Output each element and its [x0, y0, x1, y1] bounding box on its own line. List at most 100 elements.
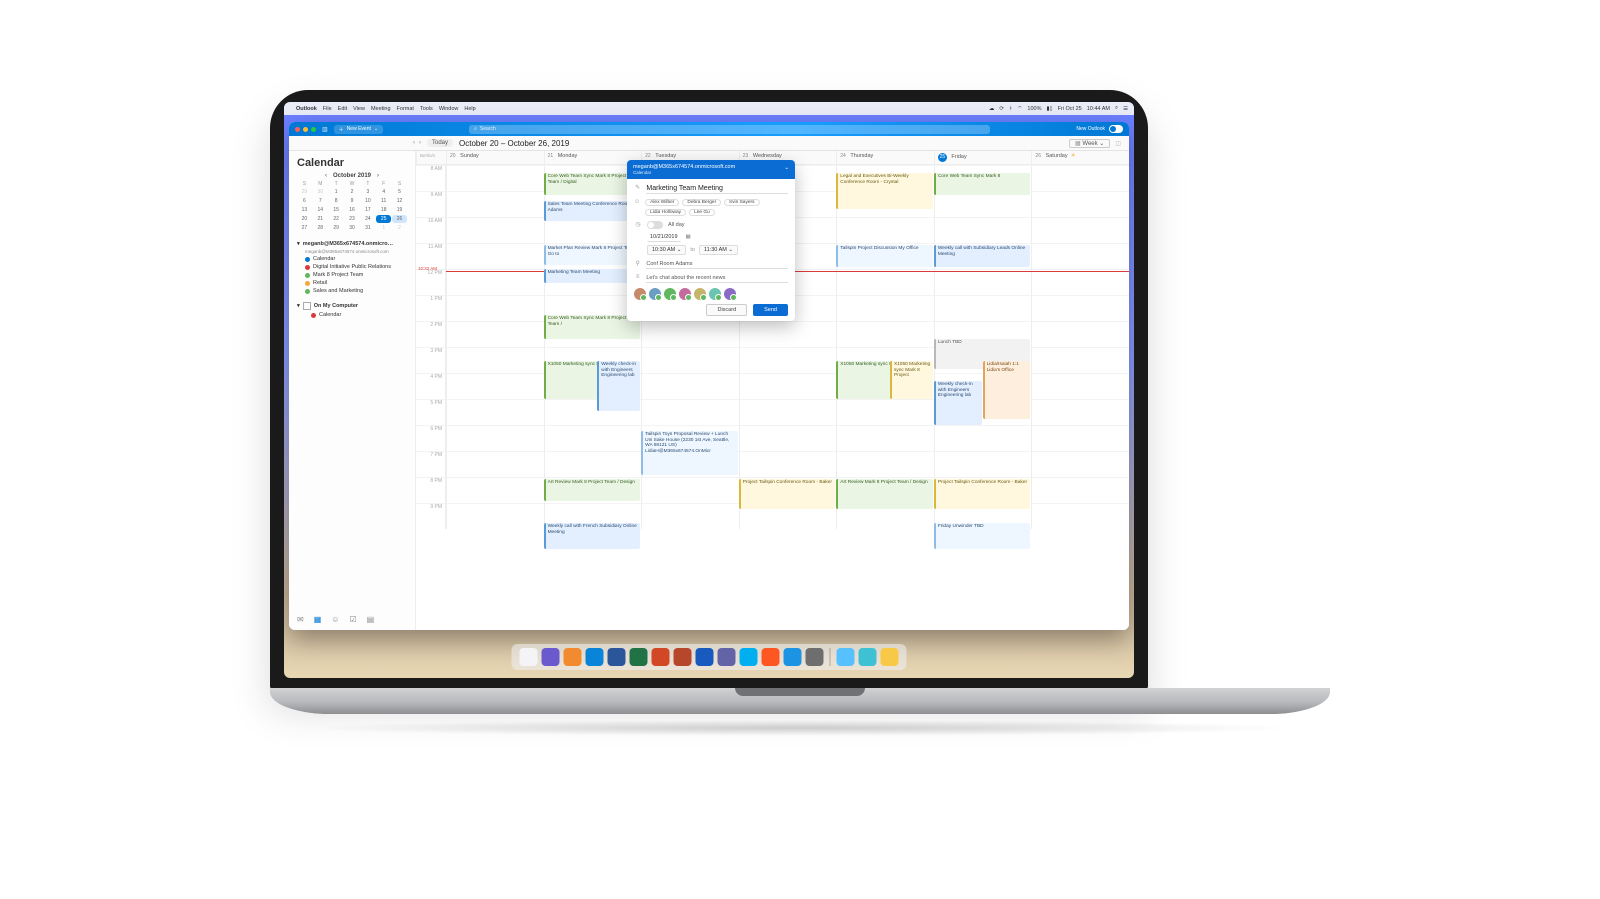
- calendar-event[interactable]: Weekly call with French Subsidiary Onlin…: [544, 523, 641, 549]
- split-view-button[interactable]: ◫: [1115, 140, 1121, 147]
- new-event-button[interactable]: ＋ New Event ⌄: [334, 125, 383, 134]
- attendee-chip[interactable]: Irvin Sayers: [724, 199, 759, 206]
- control-center-icon[interactable]: ☰: [1123, 106, 1128, 112]
- new-outlook-toggle[interactable]: New Outlook: [1076, 125, 1123, 133]
- calendar-event[interactable]: Project Tailspin Conference Room - Baker: [934, 479, 1031, 509]
- mini-cal-day[interactable]: 6: [297, 197, 312, 205]
- calendar-event[interactable]: Art Review Mark 8 Project Team / Design: [836, 479, 933, 509]
- mini-cal-day[interactable]: 14: [313, 206, 328, 214]
- menubar-app[interactable]: Outlook: [296, 106, 317, 112]
- prev-month-button[interactable]: ‹: [325, 173, 327, 179]
- day-header[interactable]: 25 Friday: [934, 151, 1032, 164]
- calendar-event[interactable]: Project Tailspin Conference Room - Baker: [739, 479, 836, 509]
- calendar-event[interactable]: Core Web Team Sync Mark 8 Project Team /…: [544, 173, 641, 195]
- mini-cal-day[interactable]: 2: [392, 224, 407, 232]
- mini-cal-day[interactable]: 25: [376, 215, 391, 223]
- allday-toggle[interactable]: [647, 221, 663, 229]
- dock-app[interactable]: [762, 648, 780, 666]
- sidebar-toggle-icon[interactable]: ▥: [322, 126, 328, 133]
- day-header[interactable]: 20 Sunday: [446, 151, 544, 164]
- mini-cal-day[interactable]: 11: [376, 197, 391, 205]
- sync-icon[interactable]: ⟳: [999, 106, 1004, 112]
- calendar-event[interactable]: Weekly check-in with Engineers Engineeri…: [934, 381, 982, 425]
- calendar-event[interactable]: Legal and Executives Bi-Weekly Conferenc…: [836, 173, 933, 209]
- next-week-button[interactable]: ›: [419, 140, 421, 146]
- mail-icon[interactable]: ✉: [297, 615, 304, 624]
- mini-cal-day[interactable]: 16: [345, 206, 360, 214]
- menubar-item[interactable]: Meeting: [371, 106, 391, 112]
- attendee-chip[interactable]: Lee Gu: [689, 209, 715, 216]
- calendar-event[interactable]: Market Plan Review Mark 8 Project Team /…: [544, 245, 641, 265]
- day-header[interactable]: 24 Thursday: [836, 151, 934, 164]
- calendar-event[interactable]: Sales Team Meeting Conference Room - Ada…: [544, 201, 641, 221]
- search-input[interactable]: ⌕ Search: [469, 125, 990, 134]
- mini-cal-day[interactable]: 26: [392, 215, 407, 223]
- calendar-event[interactable]: Friday Unwinder TBD: [934, 523, 1031, 549]
- avatar[interactable]: [724, 288, 736, 300]
- calendar-event[interactable]: Marketing Team Meeting: [544, 269, 641, 283]
- calendar-event[interactable]: Tailspin Project Discussion My Office: [836, 245, 933, 267]
- end-time-input[interactable]: 11:30 AM ⌄: [699, 245, 738, 255]
- notes-icon[interactable]: ▤: [367, 615, 375, 624]
- menubar-date[interactable]: Fri Oct 25: [1058, 106, 1082, 112]
- menubar-item[interactable]: Window: [439, 106, 459, 112]
- calendar-event[interactable]: Art Review Mark 8 Project Team / Design: [544, 479, 641, 501]
- discard-button[interactable]: Discard: [706, 304, 747, 316]
- mini-cal-day[interactable]: 15: [329, 206, 344, 214]
- wifi-icon[interactable]: ⌔: [1017, 105, 1022, 112]
- dock-app[interactable]: [859, 648, 877, 666]
- view-week-button[interactable]: ▦ Week ⌄: [1069, 139, 1110, 148]
- mini-cal-day[interactable]: 10: [360, 197, 375, 205]
- mini-cal-day[interactable]: 30: [345, 224, 360, 232]
- dock-app[interactable]: [740, 648, 758, 666]
- mini-cal-day[interactable]: 27: [297, 224, 312, 232]
- mini-cal-day[interactable]: 23: [345, 215, 360, 223]
- prev-week-button[interactable]: ‹: [413, 140, 415, 146]
- dock-app[interactable]: [837, 648, 855, 666]
- calendar-row[interactable]: Digital Initiative Public Relations: [297, 263, 407, 271]
- dock-app[interactable]: [674, 648, 692, 666]
- calendar-event[interactable]: Core Web Team Sync Mark 8: [934, 173, 1031, 195]
- menubar-item[interactable]: Format: [397, 106, 414, 112]
- avatar[interactable]: [634, 288, 646, 300]
- location-input[interactable]: Conf Room Adams: [646, 260, 788, 269]
- dock-app[interactable]: [564, 648, 582, 666]
- dock-app[interactable]: [784, 648, 802, 666]
- attendee-chip[interactable]: Debra Berger: [682, 199, 721, 206]
- dock-app[interactable]: [881, 648, 899, 666]
- calendar-event[interactable]: Weekly call with Subsidiary Leads Online…: [934, 245, 1031, 267]
- mini-cal-day[interactable]: 29: [329, 224, 344, 232]
- calendar-row[interactable]: Mark 8 Project Team: [297, 271, 407, 279]
- event-date-input[interactable]: 10/21/2019: [647, 232, 681, 242]
- mini-cal-day[interactable]: 7: [313, 197, 328, 205]
- mini-cal-day[interactable]: 1: [329, 188, 344, 196]
- mini-cal-day[interactable]: 20: [297, 215, 312, 223]
- mac-dock[interactable]: [512, 644, 907, 670]
- mini-cal-day[interactable]: 17: [360, 206, 375, 214]
- mini-cal-day[interactable]: 28: [313, 224, 328, 232]
- dock-app[interactable]: [520, 648, 538, 666]
- local-account-header[interactable]: ▾ On My Computer: [297, 301, 407, 311]
- mini-cal-day[interactable]: 5: [392, 188, 407, 196]
- calendar-event[interactable]: Weekly check-in with Engineers Engineeri…: [597, 361, 640, 411]
- popover-header[interactable]: meganb@M365x674574.onmicrosoft.com Calen…: [627, 160, 795, 179]
- next-month-button[interactable]: ›: [377, 173, 379, 179]
- battery-icon[interactable]: ▮▯: [1047, 106, 1053, 112]
- mini-cal-day[interactable]: 4: [376, 188, 391, 196]
- mini-cal-day[interactable]: 21: [313, 215, 328, 223]
- calendar-event[interactable]: X1050 Marketing sync Mark 8 Project: [890, 361, 933, 399]
- menubar-item[interactable]: File: [323, 106, 332, 112]
- mini-cal-day[interactable]: 30: [313, 188, 328, 196]
- people-icon[interactable]: ☺: [331, 615, 339, 624]
- dock-app[interactable]: [652, 648, 670, 666]
- attendee-chips[interactable]: Alex WilberDebra BergerIrvin SayersLidia…: [645, 199, 788, 216]
- day-header[interactable]: 26 Saturday ☀: [1031, 151, 1129, 164]
- mini-calendar[interactable]: SMTWTFS293012345678910111213141516171819…: [297, 181, 407, 232]
- send-button[interactable]: Send: [753, 304, 788, 316]
- dock-app[interactable]: [586, 648, 604, 666]
- menubar-item[interactable]: Edit: [338, 106, 347, 112]
- calendar-icon[interactable]: ▦: [314, 615, 322, 624]
- mini-cal-day[interactable]: 2: [345, 188, 360, 196]
- account-header[interactable]: ▾ meganb@M365x674574.onmicrosoft.com: [297, 240, 407, 248]
- window-controls[interactable]: [295, 127, 316, 132]
